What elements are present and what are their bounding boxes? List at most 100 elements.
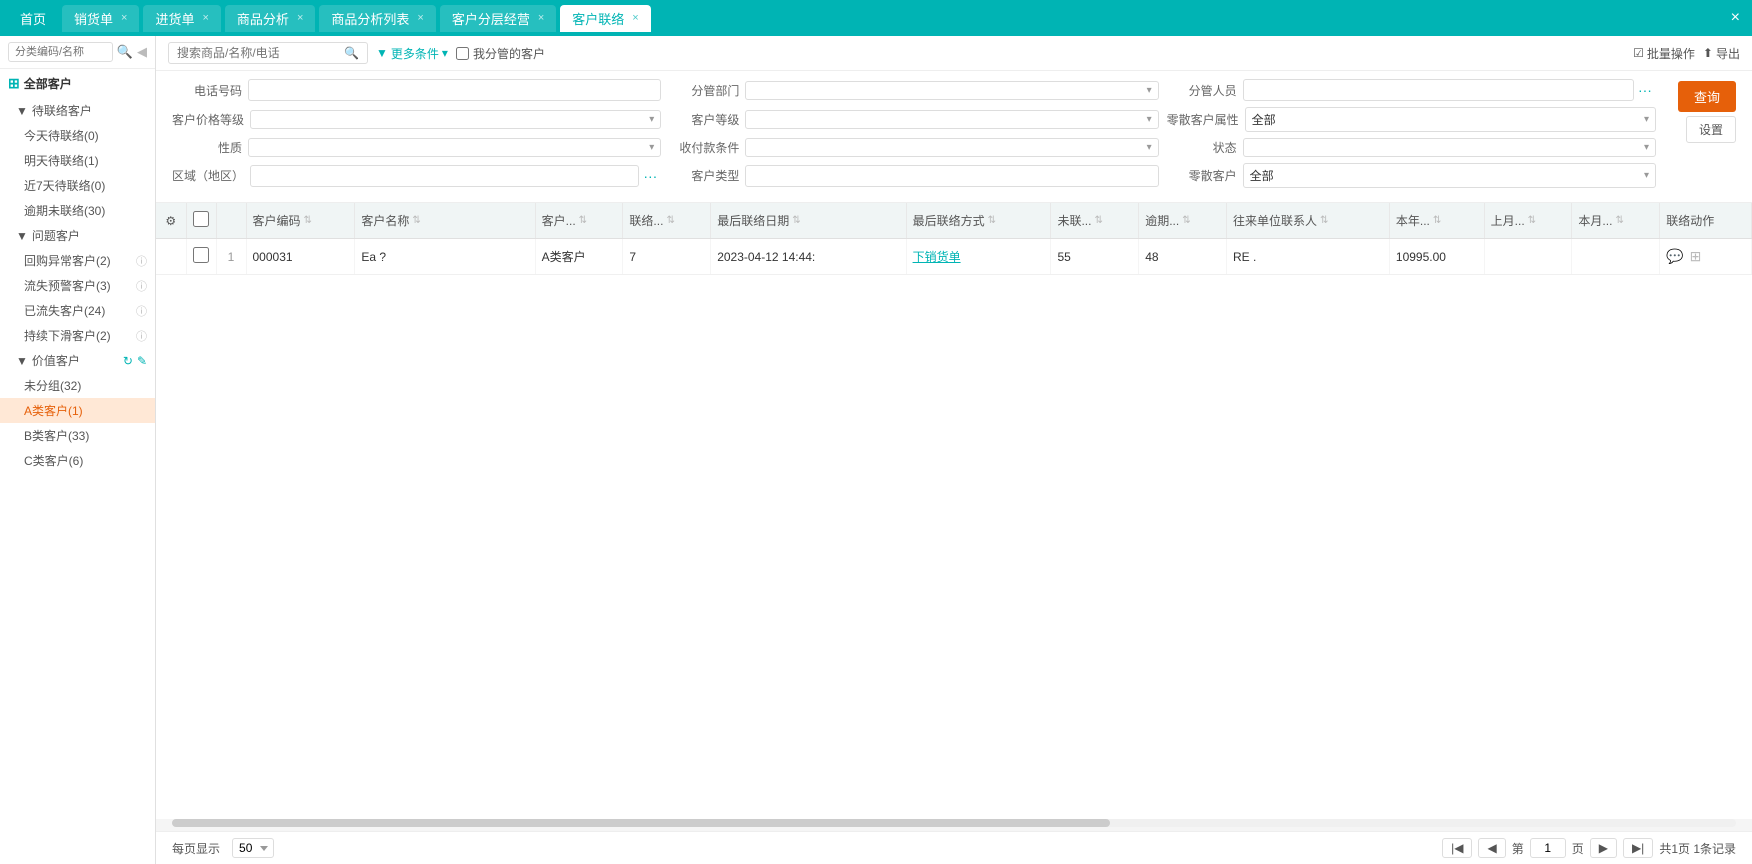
sidebar-item-churned[interactable]: 已流失客户(24) ⓘ	[0, 298, 155, 323]
sidebar-item-tomorrow[interactable]: 明天待联络(1)	[0, 148, 155, 173]
group-value-customers[interactable]: ▼ 价值客户 ↻ ✎	[0, 348, 155, 373]
filter-status-dropdown[interactable]: ▾	[1243, 138, 1656, 157]
edit-icon-value[interactable]: ✎	[137, 354, 147, 368]
refresh-icon-value[interactable]: ↻	[123, 354, 133, 368]
filter-price-level-field: 客户价格等级 ▾	[172, 110, 661, 129]
col-contact-header[interactable]: 联络...⇅	[623, 203, 711, 239]
tab-goods-analysis-close[interactable]: ×	[297, 12, 303, 24]
tab-customer-segment[interactable]: 客户分层经营 ×	[440, 5, 556, 32]
export-btn[interactable]: ⬆ 导出	[1703, 45, 1740, 62]
bulk-op-btn[interactable]: ☑ 批量操作	[1633, 45, 1695, 62]
action-link-icon[interactable]: ⊞	[1690, 248, 1702, 265]
col-code-header[interactable]: 客户编码⇅	[246, 203, 355, 239]
close-all-tabs[interactable]: ×	[1727, 5, 1744, 31]
last-page-btn[interactable]: ▶|	[1623, 838, 1653, 858]
tab-sales[interactable]: 销货单 ×	[62, 5, 139, 32]
col-last-date-header[interactable]: 最后联络日期⇅	[711, 203, 906, 239]
filter-scatter-cust-dropdown[interactable]: 全部 ▾	[1243, 163, 1656, 188]
arrow-icon-problem: ▼	[16, 229, 28, 243]
filter-nature-dropdown[interactable]: ▾	[248, 138, 661, 157]
filter-phone-input[interactable]	[248, 79, 661, 101]
group-pending-contact[interactable]: ▼ 待联络客户	[0, 98, 155, 123]
filter-region-dots[interactable]: ···	[639, 168, 661, 184]
group-problem-customers[interactable]: ▼ 问题客户	[0, 223, 155, 248]
col-check-header[interactable]	[186, 203, 216, 239]
sidebar-search-input[interactable]	[8, 42, 113, 62]
filter-search-icon[interactable]: 🔍	[344, 46, 359, 60]
row-checkbox[interactable]	[193, 247, 209, 263]
my-customers-checkbox[interactable]	[456, 47, 469, 60]
tab-goods-list-close[interactable]: ×	[417, 12, 423, 24]
sidebar-item-b-class[interactable]: B类客户(33)	[0, 423, 155, 448]
horizontal-scrollbar[interactable]	[172, 819, 1736, 827]
sidebar-item-7days[interactable]: 近7天待联络(0)	[0, 173, 155, 198]
sidebar-item-a-class[interactable]: A类客户(1)	[0, 398, 155, 423]
filter-price-level-dropdown[interactable]: ▾	[250, 110, 661, 129]
select-all-checkbox[interactable]	[193, 211, 209, 227]
col-this-month-header[interactable]: 本月...⇅	[1572, 203, 1660, 239]
table-container: ⚙ 客户编码⇅ 客户名称⇅ 客户...⇅	[156, 203, 1752, 819]
my-customers-checkbox-area[interactable]: 我分管的客户	[456, 45, 545, 62]
sidebar-item-abnormal[interactable]: 回购异常客户(2) ⓘ	[0, 248, 155, 273]
row-contact: 7	[623, 239, 711, 275]
setting-button[interactable]: 设置	[1686, 116, 1736, 143]
filter-status-field: 状态 ▾	[1167, 138, 1656, 157]
sidebar-item-overdue[interactable]: 逾期未联络(30)	[0, 198, 155, 223]
tab-customer-contact-close[interactable]: ×	[632, 12, 638, 24]
sidebar-item-today[interactable]: 今天待联络(0)	[0, 123, 155, 148]
filter-cust-type-input[interactable]	[745, 165, 1158, 187]
filter-cust-level-dropdown[interactable]: ▾	[745, 110, 1158, 129]
sidebar-search-icon[interactable]: 🔍	[117, 44, 133, 60]
col-last-method-header[interactable]: 最后联络方式⇅	[906, 203, 1051, 239]
prev-page-btn[interactable]: ◀	[1478, 838, 1505, 858]
action-comment-icon[interactable]: 💬	[1666, 248, 1683, 265]
group-pending-label: 待联络客户	[32, 102, 92, 119]
tab-purchase[interactable]: 进货单 ×	[143, 5, 220, 32]
customer-table: ⚙ 客户编码⇅ 客户名称⇅ 客户...⇅	[156, 203, 1752, 275]
filter-payment-dropdown[interactable]: ▾	[745, 138, 1158, 157]
dropdown-icon: ▾	[442, 46, 448, 60]
tab-customer-segment-close[interactable]: ×	[538, 12, 544, 24]
col-overdue-header[interactable]: 逾期...⇅	[1139, 203, 1227, 239]
filter-person-dots[interactable]: ···	[1634, 82, 1656, 98]
tab-goods-analysis[interactable]: 商品分析 ×	[225, 5, 315, 32]
page-input[interactable]	[1530, 838, 1566, 858]
sidebar-collapse-icon[interactable]: ◀	[137, 44, 147, 60]
filter-dept-dropdown[interactable]: ▾	[745, 81, 1158, 100]
col-this-year-header[interactable]: 本年...⇅	[1389, 203, 1484, 239]
sidebar-item-7days-label: 近7天待联络(0)	[24, 177, 105, 194]
sidebar-item-churn-warn[interactable]: 流失预警客户(3) ⓘ	[0, 273, 155, 298]
col-type-header[interactable]: 客户...⇅	[535, 203, 623, 239]
tab-sales-close[interactable]: ×	[121, 12, 127, 24]
per-page-select[interactable]: 50	[232, 838, 274, 858]
col-uncontact-header[interactable]: 未联...⇅	[1051, 203, 1139, 239]
col-last-month-header[interactable]: 上月...⇅	[1484, 203, 1572, 239]
tab-purchase-close[interactable]: ×	[202, 12, 208, 24]
query-button[interactable]: 查询	[1678, 81, 1736, 112]
next-page-btn[interactable]: ▶	[1590, 838, 1617, 858]
col-name-header[interactable]: 客户名称⇅	[355, 203, 535, 239]
filter-search-input[interactable]	[177, 46, 340, 60]
row-check[interactable]	[186, 239, 216, 275]
sort-icon-last-date: ⇅	[792, 215, 800, 226]
filter-cust-level-label: 客户等级	[669, 111, 739, 128]
tab-goods-list[interactable]: 商品分析列表 ×	[319, 5, 435, 32]
export-label: 导出	[1716, 45, 1740, 62]
sidebar-item-c-class[interactable]: C类客户(6)	[0, 448, 155, 473]
filter-region-input[interactable]	[250, 165, 639, 187]
filter-scatter-cust-value: 全部	[1250, 167, 1274, 184]
tab-customer-contact[interactable]: 客户联络 ×	[560, 5, 650, 32]
row-last-method[interactable]: 下销货单	[906, 239, 1051, 275]
col-gear[interactable]: ⚙	[156, 203, 186, 239]
main-layout: 🔍 ◀ ⊞ 全部客户 ▼ 待联络客户 今天待联络(0) 明天待联络(1) 近7天…	[0, 36, 1752, 864]
more-conditions-btn[interactable]: ▼ 更多条件 ▾	[376, 45, 448, 62]
tab-home[interactable]: 首页	[8, 5, 58, 32]
filter-scatter-attr-dropdown[interactable]: 全部 ▾	[1245, 107, 1656, 132]
filter-search-box[interactable]: 🔍	[168, 42, 368, 64]
sidebar-item-ungrouped[interactable]: 未分组(32)	[0, 373, 155, 398]
first-page-btn[interactable]: |◀	[1442, 838, 1472, 858]
sidebar-item-declining[interactable]: 持续下滑客户(2) ⓘ	[0, 323, 155, 348]
filter-person-input[interactable]	[1243, 79, 1634, 101]
sidebar-all-customers[interactable]: ⊞ 全部客户	[0, 69, 155, 98]
col-unit-contact-header[interactable]: 往来单位联系人⇅	[1226, 203, 1389, 239]
